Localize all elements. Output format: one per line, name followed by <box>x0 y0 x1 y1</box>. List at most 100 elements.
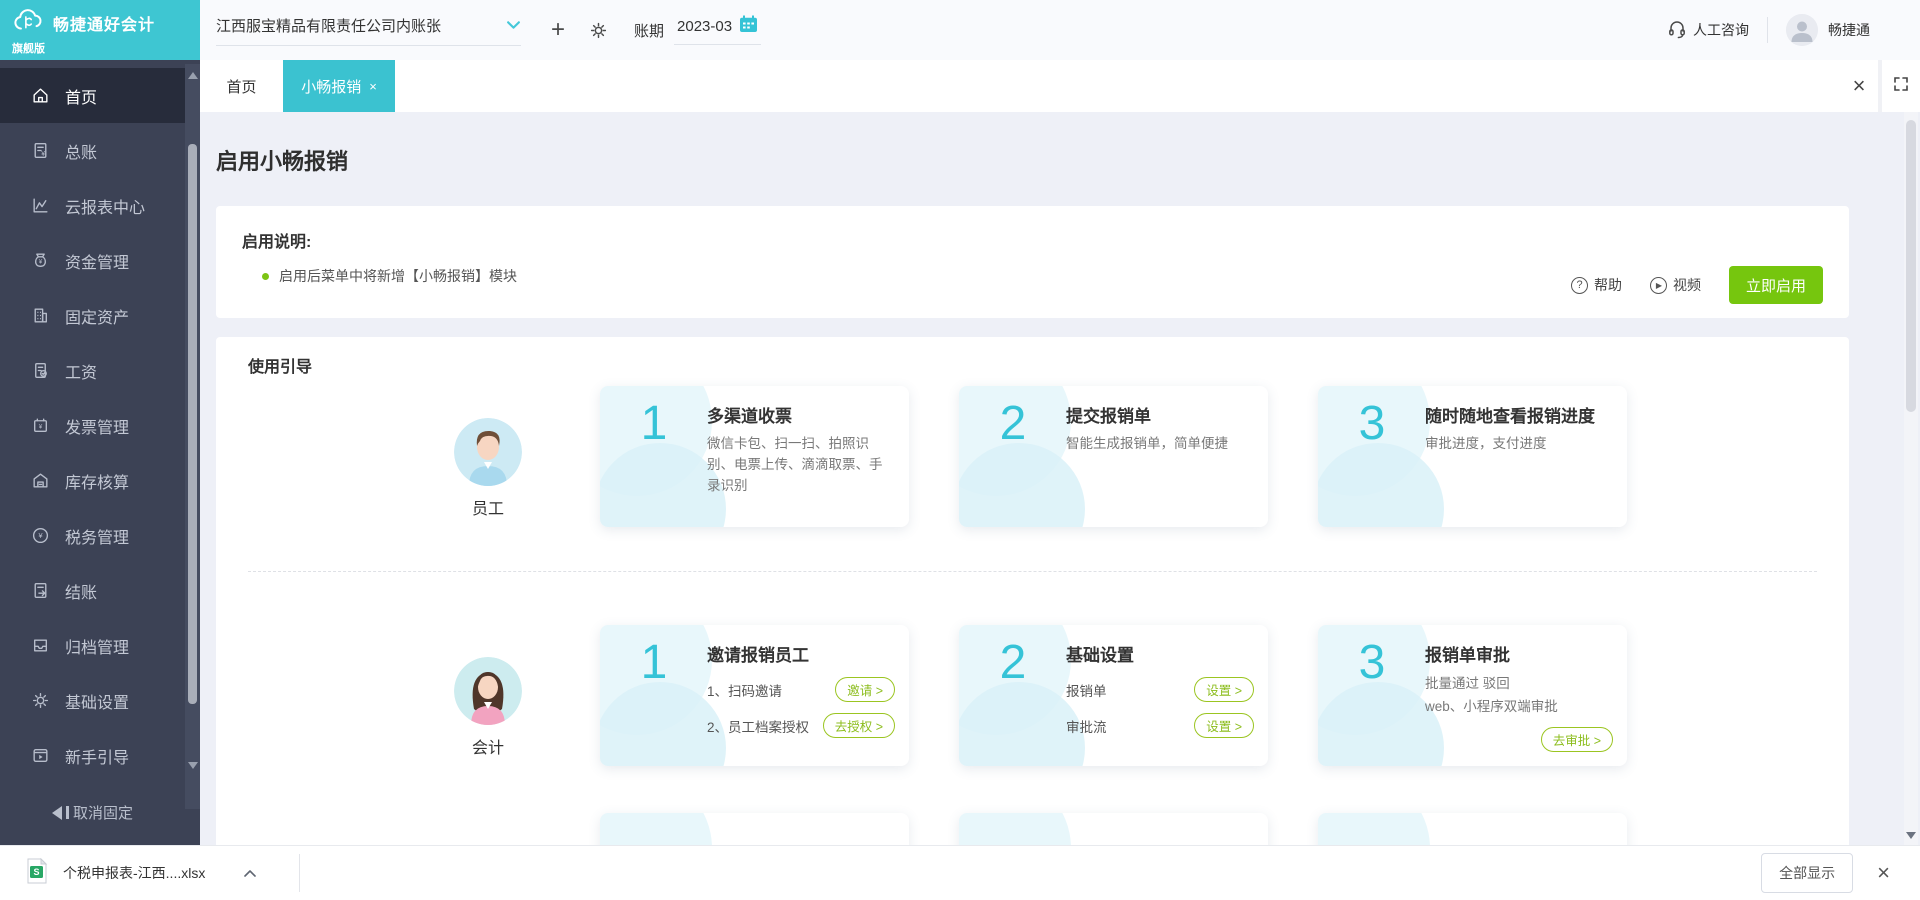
sidebar-item-label: 发票管理 <box>65 419 130 437</box>
sidebar-item-label: 云报表中心 <box>65 199 146 217</box>
sidebar-item-settings[interactable]: 基础设置 <box>0 673 200 728</box>
video-link[interactable]: ▶ 视频 <box>1650 275 1701 295</box>
tab-home-label: 首页 <box>226 78 257 96</box>
close-download-bar-icon[interactable]: × <box>1877 862 1890 884</box>
unpin-bar-icon <box>65 806 69 819</box>
sidebar-item-label: 库存核算 <box>65 474 130 492</box>
warehouse-icon <box>30 471 50 491</box>
tab-active-label: 小畅报销 <box>301 78 362 96</box>
close-all-tabs-button[interactable]: × <box>1840 60 1878 112</box>
sidebar-item-tax[interactable]: ¥ 税务管理 <box>0 508 200 563</box>
live-support-button[interactable]: 人工咨询 <box>1667 19 1749 42</box>
user-avatar[interactable] <box>1786 14 1818 46</box>
brand-block: 畅捷通好会计 旗舰版 <box>0 0 200 60</box>
setup-approval-flow-button[interactable]: 设置 > <box>1194 713 1254 738</box>
sidebar-item-beginner-guide[interactable]: 新手引导 <box>0 728 200 783</box>
enable-panel: 启用说明: 启用后菜单中将新增【小畅报销】模块 ? 帮助 ▶ 视频 立即启用 <box>216 206 1849 318</box>
guide-card: 2 提交报销单 智能生成报销单，简单便捷 <box>959 386 1268 527</box>
guide-card: 3 报销单审批 批量通过 驳回 web、小程序双端审批 去审批 > <box>1318 625 1627 766</box>
guide-panel: 使用引导 员工 1 多渠道收票 微信卡包、扫一扫、拍照识别、电票上传、滴滴取票、… <box>216 337 1849 845</box>
svg-text:S: S <box>33 867 39 877</box>
card-decor-circle <box>1318 813 1430 845</box>
closing-doc-icon <box>30 581 50 601</box>
sidebar-scrollbar-thumb[interactable] <box>188 144 197 704</box>
tab-home[interactable]: 首页 <box>200 60 283 112</box>
sidebar-item-label: 固定资产 <box>65 309 130 327</box>
period-value: 2023-03 <box>677 17 733 35</box>
unpin-arrow-icon <box>51 805 62 820</box>
fullscreen-button[interactable] <box>1882 60 1920 112</box>
page-scrollbar[interactable] <box>1904 112 1918 845</box>
card-title: 基础设置 <box>1066 646 1134 665</box>
svg-text:¥: ¥ <box>41 151 45 158</box>
tab-bar: 首页 小畅报销 × × <box>200 60 1920 112</box>
employee-avatar <box>454 418 522 486</box>
enable-heading: 启用说明: <box>242 234 312 251</box>
sidebar-menu: 首页 ¥ 总账 云报表中心 ¥ 资金管理 固定资产 工资 ¥ 发票管理 库存核算 <box>0 60 200 783</box>
scroll-up-icon[interactable] <box>188 72 198 79</box>
video-label: 视频 <box>1673 277 1701 293</box>
chart-icon <box>30 196 50 216</box>
fullscreen-icon <box>1893 76 1909 97</box>
sidebar-item-invoices[interactable]: ¥ 发票管理 <box>0 398 200 453</box>
card-desc: 智能生成报销单，简单便捷 <box>1066 436 1228 451</box>
settings-gear-icon[interactable] <box>589 21 608 40</box>
sidebar-item-fixed-assets[interactable]: 固定资产 <box>0 288 200 343</box>
sidebar-item-archive[interactable]: 归档管理 <box>0 618 200 673</box>
brand-edition: 旗舰版 <box>12 43 45 55</box>
tax-circle-icon: ¥ <box>30 526 50 546</box>
svg-text:¥: ¥ <box>38 423 42 430</box>
invoice-icon: ¥ <box>30 416 50 436</box>
sidebar-item-cloud-reports[interactable]: 云报表中心 <box>0 178 200 233</box>
file-options-chevron[interactable] <box>243 869 257 878</box>
unpin-sidebar-button[interactable]: 取消固定 <box>0 802 185 823</box>
period-picker[interactable]: 2023-03 <box>674 15 762 45</box>
step-number: 1 <box>640 397 668 450</box>
tab-close-icon[interactable]: × <box>369 79 377 94</box>
scroll-down-icon[interactable] <box>188 762 198 769</box>
guide-heading: 使用引导 <box>248 359 313 376</box>
help-icon: ? <box>1571 276 1588 294</box>
file-name: 个税申报表-江西....xlsx <box>63 865 206 881</box>
page-scrollbar-thumb[interactable] <box>1906 120 1916 412</box>
download-bar: S 个税申报表-江西....xlsx 全部显示 × <box>0 845 1920 900</box>
guide-card: 1 邀请报销员工 1、扫码邀请 邀请 > 2、员工档案授权 去授权 > <box>600 625 909 766</box>
card-title: 报销单审批 <box>1425 646 1510 665</box>
sidebar-item-payroll[interactable]: 工资 <box>0 343 200 398</box>
bullet-dot <box>262 272 269 280</box>
sidebar-item-funds[interactable]: ¥ 资金管理 <box>0 233 200 288</box>
card-line-text: 报销单 <box>1066 683 1107 699</box>
sidebar-item-closing[interactable]: 结账 <box>0 563 200 618</box>
setup-expense-form-button[interactable]: 设置 > <box>1194 677 1254 702</box>
enable-bullet-text: 启用后菜单中将新增【小畅报销】模块 <box>279 268 517 284</box>
sidebar-scrollbar[interactable] <box>185 64 200 809</box>
add-account-button[interactable]: + <box>551 16 565 44</box>
svg-text:¥: ¥ <box>38 531 43 540</box>
brand-name: 畅捷通好会计 <box>53 17 156 34</box>
go-approve-button[interactable]: 去审批 > <box>1540 726 1613 752</box>
money-bag-icon: ¥ <box>30 251 50 271</box>
cloud-logo-icon <box>12 7 46 39</box>
card-desc: web、小程序双端审批 <box>1425 698 1558 714</box>
guide-card-partial <box>959 813 1268 845</box>
show-all-downloads-button[interactable]: 全部显示 <box>1761 853 1854 893</box>
downloaded-file-chip[interactable]: S 个税申报表-江西....xlsx <box>26 857 206 889</box>
top-bar: 江西服宝精品有限责任公司内账张 + 账期 2023-03 人工咨询 畅捷通 <box>200 0 1920 60</box>
step-number: 3 <box>1358 397 1386 450</box>
archive-box-icon <box>30 636 50 656</box>
company-selector[interactable]: 江西服宝精品有限责任公司内账张 <box>216 15 521 46</box>
sidebar-item-general-ledger[interactable]: ¥ 总账 <box>0 123 200 178</box>
authorize-button[interactable]: 去授权 > <box>822 713 895 738</box>
sidebar-item-inventory[interactable]: 库存核算 <box>0 453 200 508</box>
enable-actions: ? 帮助 ▶ 视频 立即启用 <box>1571 266 1823 304</box>
headset-icon <box>1667 19 1687 42</box>
tab-xiaochang-baoxiao[interactable]: 小畅报销 × <box>283 60 395 112</box>
scroll-down-icon[interactable] <box>1906 832 1916 839</box>
username[interactable]: 畅捷通 <box>1828 20 1870 40</box>
sidebar-item-home[interactable]: 首页 <box>0 68 200 123</box>
card-decor-circle <box>1318 443 1444 527</box>
invite-button[interactable]: 邀请 > <box>835 677 895 702</box>
enable-now-button[interactable]: 立即启用 <box>1729 266 1823 304</box>
step-number: 2 <box>999 636 1027 689</box>
help-link[interactable]: ? 帮助 <box>1571 275 1622 295</box>
